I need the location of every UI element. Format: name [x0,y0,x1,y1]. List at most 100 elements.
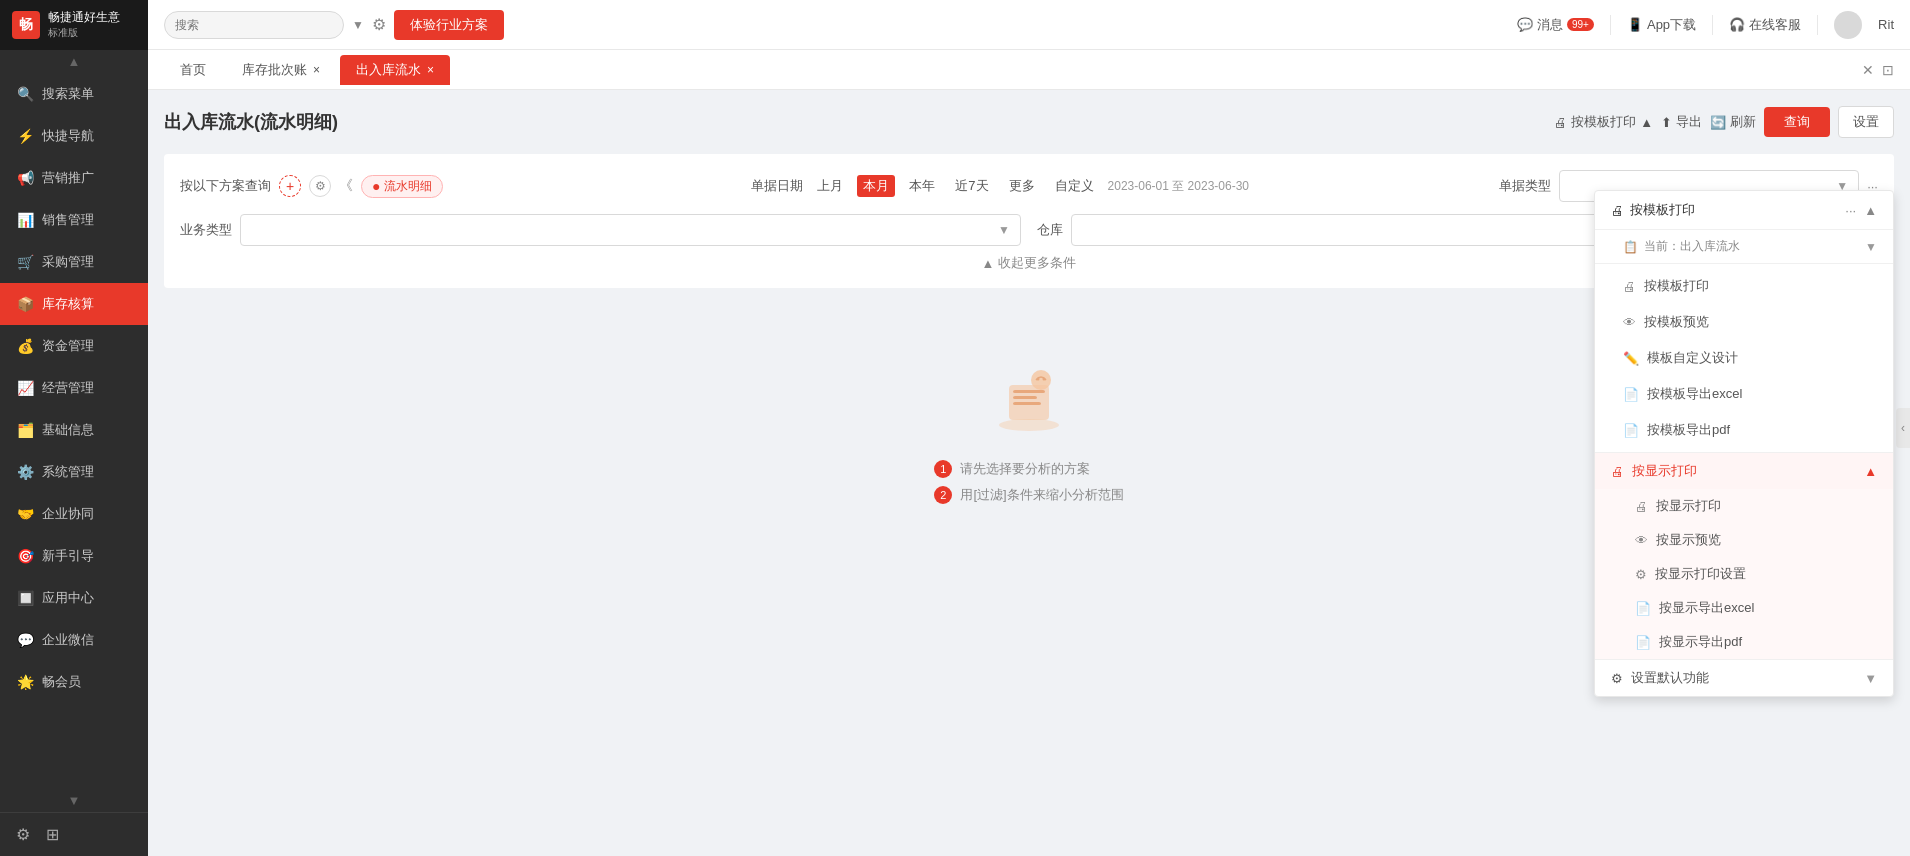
tab-close-inventory-flow[interactable]: × [427,63,434,77]
sidebar-item-search[interactable]: 🔍 搜索菜单 [0,73,148,115]
sidebar-item-inventory[interactable]: 📦 库存核算 [0,283,148,325]
search-plan-label: 按以下方案查询 [180,177,271,195]
divider [1610,15,1611,35]
sidebar-item-marketing[interactable]: 📢 营销推广 [0,157,148,199]
trial-button[interactable]: 体验行业方案 [394,10,504,40]
dropdown-display-print-settings[interactable]: ⚙ 按显示打印设置 [1595,557,1893,591]
svg-point-5 [1031,370,1051,390]
footer-arrow: ▼ [1864,671,1877,686]
dropdown-display-excel[interactable]: 📄 按显示导出excel [1595,591,1893,625]
display-print-section-icon: 🖨 [1611,464,1624,479]
user-name[interactable]: Rit [1878,17,1894,32]
logo-text: 畅捷通好生意 标准版 [48,10,120,40]
sidebar-bottom: ⚙ ⊞ [0,812,148,856]
inventory-icon: 📦 [16,295,34,313]
default-settings-icon: ⚙ [1611,671,1623,686]
date-range-text: 2023-06-01 至 2023-06-30 [1108,178,1249,195]
date-option-7days[interactable]: 近7天 [949,175,994,197]
dropdown-template-preview[interactable]: 👁 按模板预览 [1595,304,1893,340]
tab-close-inventory-batch[interactable]: × [313,63,320,77]
dropdown-template-custom[interactable]: ✏️ 模板自定义设计 [1595,340,1893,376]
sidebar-scroll-up[interactable]: ▲ [0,50,148,73]
date-option-this-year[interactable]: 本年 [903,175,941,197]
date-option-custom[interactable]: 自定义 [1049,175,1100,197]
date-option-this-month[interactable]: 本月 [857,175,895,197]
right-expand-handle[interactable]: ‹ [1896,408,1910,448]
app-download-button[interactable]: 📱 App下载 [1627,16,1696,34]
marketing-icon: 📢 [16,169,34,187]
sidebar-item-shortcuts[interactable]: ⚡ 快捷导航 [0,115,148,157]
message-icon: 💬 [1517,17,1533,32]
sidebar-item-sales[interactable]: 📊 销售管理 [0,199,148,241]
date-options: 上月 本月 本年 近7天 更多 自定义 [811,175,1099,197]
tab-inventory-batch[interactable]: 库存批次账 × [226,55,336,85]
sidebar-item-wechat[interactable]: 💬 企业微信 [0,619,148,661]
display-preview-icon: 👁 [1635,533,1648,548]
settings-button[interactable]: 设置 [1838,106,1894,138]
dropdown-display-print-header[interactable]: 🖨 按显示打印 ▲ [1595,453,1893,489]
sidebar-item-finance[interactable]: 💰 资金管理 [0,325,148,367]
query-button[interactable]: 查询 [1764,107,1830,137]
dropdown-display-preview[interactable]: 👁 按显示预览 [1595,523,1893,557]
template-print-icon: 🖨 [1623,279,1636,294]
printer-dropdown-icon: 🖨 [1611,203,1624,218]
print-template-button[interactable]: 🖨 按模板打印 ▲ [1554,113,1653,131]
business-type-dropdown-icon: ▼ [998,223,1010,237]
date-option-more[interactable]: 更多 [1003,175,1041,197]
add-filter-button[interactable]: + [279,175,301,197]
dropdown-display-section: 🖨 按显示打印 👁 按显示预览 ⚙ 按显示打印设置 📄 按显示导出excel 📄 [1595,489,1893,659]
toggle-sidebar-icon[interactable]: ⊞ [46,825,59,844]
topbar-left: ▼ ⚙ 体验行业方案 [164,10,504,40]
export-button[interactable]: ⬆ 导出 [1661,113,1702,131]
avatar[interactable] [1834,11,1862,39]
online-service-button[interactable]: 🎧 在线客服 [1729,16,1801,34]
expand-tabs-icon[interactable]: ⊡ [1882,62,1894,78]
sidebar-item-apps[interactable]: 🔲 应用中心 [0,577,148,619]
page-actions: 🖨 按模板打印 ▲ ⬆ 导出 🔄 刷新 查询 设置 [1554,106,1894,138]
svg-rect-2 [1013,390,1045,393]
dropdown-dots-icon[interactable]: ··· [1845,203,1856,218]
dropdown-display-pdf[interactable]: 📄 按显示导出pdf [1595,625,1893,659]
system-icon: ⚙️ [16,463,34,481]
display-print-settings-icon: ⚙ [1635,567,1647,582]
guide-icon: 🎯 [16,547,34,565]
tab-inventory-flow[interactable]: 出入库流水 × [340,55,450,85]
dropdown-footer[interactable]: ⚙ 设置默认功能 ▼ [1595,659,1893,696]
sidebar-item-basics[interactable]: 🗂️ 基础信息 [0,409,148,451]
sidebar-item-enterprise[interactable]: 🤝 企业协同 [0,493,148,535]
dropdown-template-print[interactable]: 🖨 按模板打印 [1595,268,1893,304]
settings-icon[interactable]: ⚙ [16,825,30,844]
empty-step-1: 1 请先选择要分析的方案 [934,460,1123,478]
filter-collapse-icon[interactable]: 《 [339,177,353,195]
collapse-arrow-icon: ▲ [982,256,995,271]
dropdown-collapse-icon[interactable]: ▲ [1864,203,1877,218]
svg-rect-4 [1013,402,1041,405]
dropdown-display-print[interactable]: 🖨 按显示打印 [1595,489,1893,523]
tab-close-all-icon[interactable]: ✕ [1862,62,1874,78]
dropdown-template-pdf[interactable]: 📄 按模板导出pdf [1595,412,1893,448]
empty-step-2: 2 用[过滤]条件来缩小分析范围 [934,486,1123,504]
search-dropdown-icon[interactable]: ▼ [352,18,364,32]
template-excel-icon: 📄 [1623,387,1639,402]
sidebar-item-system[interactable]: ⚙️ 系统管理 [0,451,148,493]
filter-settings-icon[interactable]: ⚙ [309,175,331,197]
settings-gear-icon[interactable]: ⚙ [372,15,386,34]
refresh-button[interactable]: 🔄 刷新 [1710,113,1756,131]
sidebar-item-member[interactable]: 🌟 畅会员 [0,661,148,703]
sidebar-item-guide[interactable]: 🎯 新手引导 [0,535,148,577]
dropdown-template-excel[interactable]: 📄 按模板导出excel [1595,376,1893,412]
current-label-arrow: ▼ [1865,240,1877,254]
date-option-last-month[interactable]: 上月 [811,175,849,197]
enterprise-icon: 🤝 [16,505,34,523]
sidebar-item-purchase[interactable]: 🛒 采购管理 [0,241,148,283]
search-input[interactable] [164,11,344,39]
message-button[interactable]: 💬 消息 99+ [1517,16,1594,34]
display-print-section-arrow: ▲ [1864,464,1877,479]
sidebar-scroll-down[interactable]: ▼ [0,789,148,812]
tab-home[interactable]: 首页 [164,55,222,85]
search-icon: 🔍 [16,85,34,103]
business-type-select[interactable]: ▼ [240,214,1021,246]
svg-point-0 [999,419,1059,431]
apps-icon: 🔲 [16,589,34,607]
sidebar-item-operations[interactable]: 📈 经营管理 [0,367,148,409]
